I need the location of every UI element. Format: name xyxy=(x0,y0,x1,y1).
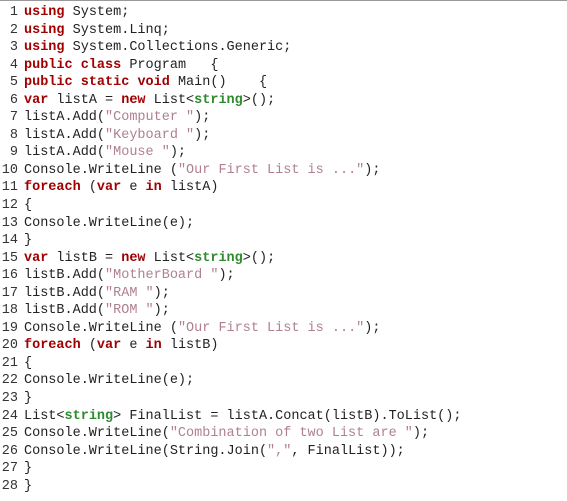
code-content: using System.Linq; xyxy=(24,22,567,40)
code-line: 3using System.Collections.Generic; xyxy=(0,39,567,57)
line-number: 23 xyxy=(0,390,24,408)
code-content: { xyxy=(24,355,567,373)
code-line: 12{ xyxy=(0,197,567,215)
code-line: 14} xyxy=(0,232,567,250)
code-line: 27} xyxy=(0,460,567,478)
line-number: 15 xyxy=(0,250,24,268)
code-content: public class Program { xyxy=(24,57,567,75)
code-line: 13Console.WriteLine(e); xyxy=(0,215,567,233)
code-line: 5public static void Main() { xyxy=(0,74,567,92)
code-content: Console.WriteLine ("Our First List is ..… xyxy=(24,162,567,180)
line-number: 3 xyxy=(0,39,24,57)
code-line: 17listB.Add("RAM "); xyxy=(0,285,567,303)
code-content: Console.WriteLine("Combination of two Li… xyxy=(24,425,567,443)
line-number: 11 xyxy=(0,179,24,197)
code-line: 26Console.WriteLine(String.Join(",", Fin… xyxy=(0,443,567,461)
code-line: 15var listB = new List<string>(); xyxy=(0,250,567,268)
code-content: List<string> FinalList = listA.Concat(li… xyxy=(24,408,567,426)
line-number: 22 xyxy=(0,372,24,390)
code-line: 4public class Program { xyxy=(0,57,567,75)
code-content: using System; xyxy=(24,4,567,22)
code-content: listA.Add("Mouse "); xyxy=(24,144,567,162)
line-number: 12 xyxy=(0,197,24,215)
code-content: } xyxy=(24,478,567,496)
code-content: var listA = new List<string>(); xyxy=(24,92,567,110)
code-line: 16listB.Add("MotherBoard "); xyxy=(0,267,567,285)
code-line: 25Console.WriteLine("Combination of two … xyxy=(0,425,567,443)
line-number: 1 xyxy=(0,4,24,22)
line-number: 8 xyxy=(0,127,24,145)
code-content: } xyxy=(24,390,567,408)
code-line: 24List<string> FinalList = listA.Concat(… xyxy=(0,408,567,426)
code-line: 28} xyxy=(0,478,567,496)
line-number: 20 xyxy=(0,337,24,355)
line-number: 4 xyxy=(0,57,24,75)
code-content: foreach (var e in listB) xyxy=(24,337,567,355)
code-content: Console.WriteLine(String.Join(",", Final… xyxy=(24,443,567,461)
line-number: 10 xyxy=(0,162,24,180)
code-line: 9listA.Add("Mouse "); xyxy=(0,144,567,162)
code-content: { xyxy=(24,197,567,215)
line-number: 2 xyxy=(0,22,24,40)
line-number: 28 xyxy=(0,478,24,496)
code-line: 2using System.Linq; xyxy=(0,22,567,40)
code-content: listB.Add("ROM "); xyxy=(24,302,567,320)
code-content: public static void Main() { xyxy=(24,74,567,92)
line-number: 18 xyxy=(0,302,24,320)
line-number: 25 xyxy=(0,425,24,443)
code-line: 19Console.WriteLine ("Our First List is … xyxy=(0,320,567,338)
code-line: 6var listA = new List<string>(); xyxy=(0,92,567,110)
code-line: 8listA.Add("Keyboard "); xyxy=(0,127,567,145)
line-number: 16 xyxy=(0,267,24,285)
code-content: Console.WriteLine(e); xyxy=(24,215,567,233)
line-number: 7 xyxy=(0,109,24,127)
code-content: listA.Add("Keyboard "); xyxy=(24,127,567,145)
line-number: 27 xyxy=(0,460,24,478)
code-content: using System.Collections.Generic; xyxy=(24,39,567,57)
code-content: listA.Add("Computer "); xyxy=(24,109,567,127)
code-content: foreach (var e in listA) xyxy=(24,179,567,197)
line-number: 9 xyxy=(0,144,24,162)
line-number: 14 xyxy=(0,232,24,250)
code-line: 7listA.Add("Computer "); xyxy=(0,109,567,127)
line-number: 5 xyxy=(0,74,24,92)
code-line: 23} xyxy=(0,390,567,408)
line-number: 19 xyxy=(0,320,24,338)
code-line: 22Console.WriteLine(e); xyxy=(0,372,567,390)
code-content: Console.WriteLine ("Our First List is ..… xyxy=(24,320,567,338)
line-number: 17 xyxy=(0,285,24,303)
line-number: 24 xyxy=(0,408,24,426)
code-line: 20foreach (var e in listB) xyxy=(0,337,567,355)
code-line: 1using System; xyxy=(0,4,567,22)
code-line: 11foreach (var e in listA) xyxy=(0,179,567,197)
code-line: 18listB.Add("ROM "); xyxy=(0,302,567,320)
code-content: listB.Add("MotherBoard "); xyxy=(24,267,567,285)
code-content: listB.Add("RAM "); xyxy=(24,285,567,303)
line-number: 26 xyxy=(0,443,24,461)
code-line: 21{ xyxy=(0,355,567,373)
line-number: 6 xyxy=(0,92,24,110)
code-content: } xyxy=(24,460,567,478)
line-number: 21 xyxy=(0,355,24,373)
code-editor: 1using System;2using System.Linq;3using … xyxy=(0,4,567,495)
code-line: 10Console.WriteLine ("Our First List is … xyxy=(0,162,567,180)
line-number: 13 xyxy=(0,215,24,233)
code-content: var listB = new List<string>(); xyxy=(24,250,567,268)
code-content: } xyxy=(24,232,567,250)
code-content: Console.WriteLine(e); xyxy=(24,372,567,390)
